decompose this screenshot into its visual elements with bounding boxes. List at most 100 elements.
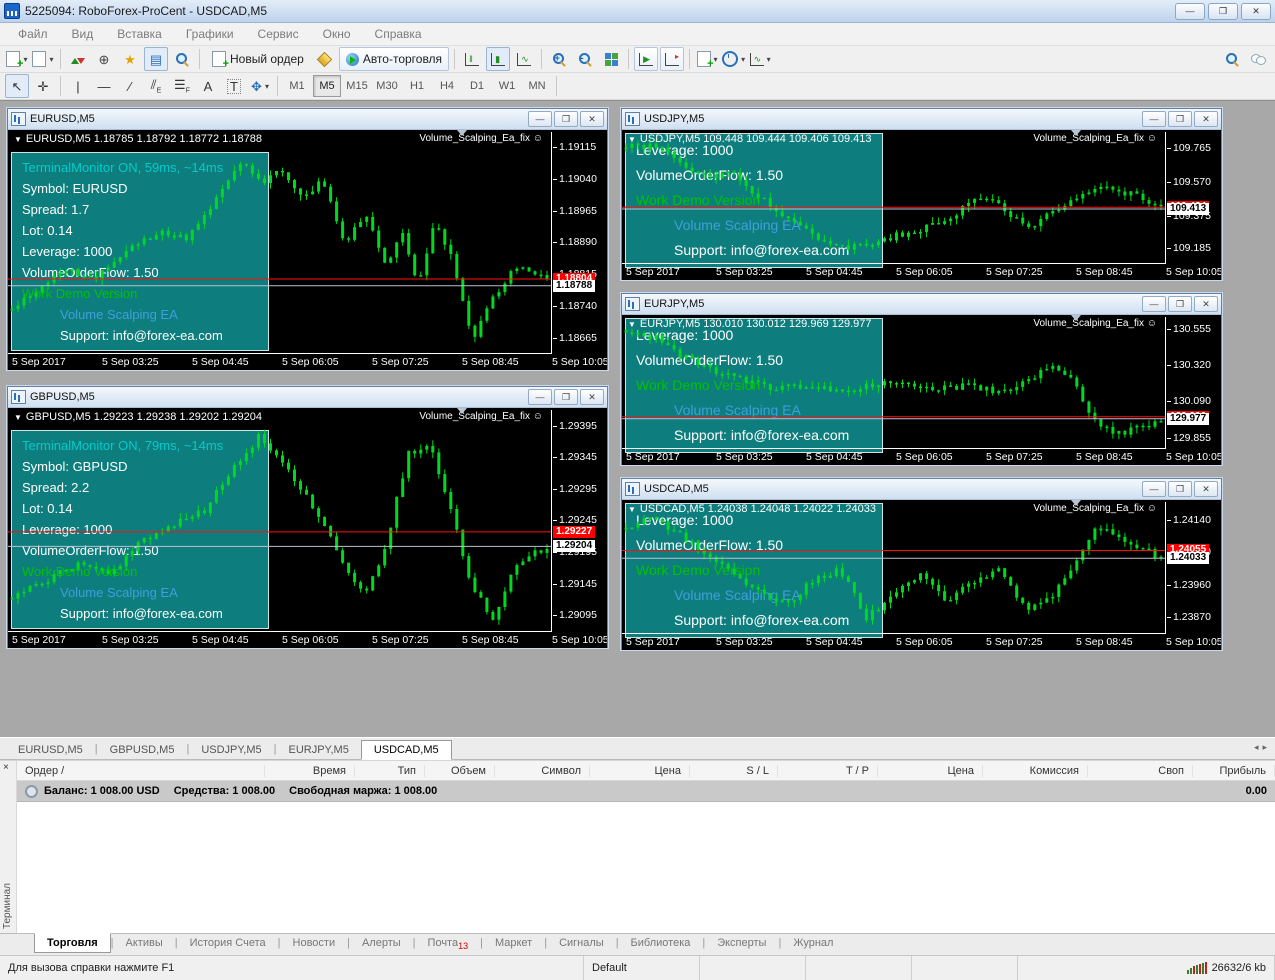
ohlc-header[interactable]: ▼ EURJPY,M5 130.010 130.012 129.969 129.9…	[628, 318, 872, 330]
timeframe-h4-button[interactable]: H4	[433, 75, 461, 97]
chart-shift-button[interactable]: ▸	[660, 47, 685, 71]
timeframe-h1-button[interactable]: H1	[403, 75, 431, 97]
chart-tab-gbpusd[interactable]: GBPUSD,M5	[98, 741, 187, 759]
chat-button[interactable]	[1246, 47, 1270, 71]
collapse-arrow-icon[interactable]: ▼	[628, 320, 636, 329]
chart-canvas-usdjpy[interactable]: Leverage: 1000 VolumeOrderFlow: 1.50 Work …	[622, 130, 1221, 280]
chart-titlebar-usdjpy[interactable]: USDJPY,M5 — ❒ ✕	[622, 109, 1221, 130]
chart-close-button[interactable]: ✕	[580, 111, 604, 127]
column-header-1[interactable]: Время	[265, 764, 355, 777]
ohlc-header[interactable]: ▼ USDCAD,M5 1.24038 1.24048 1.24022 1.240…	[628, 503, 876, 515]
autotrading-button[interactable]: Авто-торговля	[338, 47, 450, 71]
chart-shift-marker[interactable]	[1071, 500, 1081, 506]
timeframe-w1-button[interactable]: W1	[493, 75, 521, 97]
timeframe-mn-button[interactable]: MN	[523, 75, 551, 97]
trendline-button[interactable]: ∕	[118, 74, 142, 98]
column-header-11[interactable]: Прибыль	[1193, 764, 1275, 777]
menu-Сервис[interactable]: Сервис	[248, 25, 313, 43]
chart-titlebar-eurjpy[interactable]: EURJPY,M5 — ❒ ✕	[622, 294, 1221, 315]
terminal-tab-алерты[interactable]: Алерты	[350, 934, 413, 952]
menu-Графики[interactable]: Графики	[176, 25, 248, 43]
chart-close-button[interactable]: ✕	[580, 389, 604, 405]
chart-canvas-gbpusd[interactable]: TerminalMonitor ON, 79ms, ~14ms Symbol: G…	[8, 408, 607, 648]
chart-restore-button[interactable]: ❒	[1168, 481, 1192, 497]
vertical-line-button[interactable]: |	[66, 74, 90, 98]
menu-Окно[interactable]: Окно	[313, 25, 365, 43]
chart-titlebar-gbpusd[interactable]: GBPUSD,M5 — ❒ ✕	[8, 387, 607, 408]
chart-tab-usdjpy[interactable]: USDJPY,M5	[189, 741, 273, 759]
timeframe-m1-button[interactable]: M1	[283, 75, 311, 97]
navigator-button[interactable]: ★	[118, 47, 142, 71]
ohlc-header[interactable]: ▼ GBPUSD,M5 1.29223 1.29238 1.29202 1.292…	[14, 411, 262, 423]
chart-candles-button[interactable]: ▮	[486, 47, 511, 71]
column-header-9[interactable]: Комиссия	[983, 764, 1088, 777]
arrows-tool-button[interactable]: ✥ ▾	[248, 74, 272, 98]
menu-Справка[interactable]: Справка	[365, 25, 436, 43]
terminal-tab-маркет[interactable]: Маркет	[483, 934, 544, 952]
chart-restore-button[interactable]: ❒	[1168, 111, 1192, 127]
chart-restore-button[interactable]: ❒	[554, 111, 578, 127]
tab-scroll-arrows[interactable]: ◂▸	[1254, 742, 1271, 753]
collapse-arrow-icon[interactable]: ▼	[14, 135, 22, 144]
new-order-button[interactable]: + Новый ордер	[205, 47, 311, 71]
chart-close-button[interactable]: ✕	[1194, 481, 1218, 497]
chart-shift-marker[interactable]	[457, 130, 467, 136]
ohlc-header[interactable]: ▼ USDJPY,M5 109.448 109.444 109.406 109.4…	[628, 133, 872, 145]
terminal-tab-сигналы[interactable]: Сигналы	[547, 934, 616, 952]
column-header-7[interactable]: T / P	[778, 764, 878, 777]
column-header-10[interactable]: Своп	[1088, 764, 1193, 777]
terminal-tab-эксперты[interactable]: Эксперты	[705, 934, 778, 952]
data-window-button[interactable]: ⊕	[92, 47, 116, 71]
chart-canvas-eurusd[interactable]: TerminalMonitor ON, 59ms, ~14ms Symbol: E…	[8, 130, 607, 370]
auto-scroll-button[interactable]: ▶	[634, 47, 659, 71]
channel-button[interactable]: ⫽E	[144, 74, 168, 98]
cursor-tool-button[interactable]: ↖	[5, 74, 29, 98]
column-header-5[interactable]: Цена	[590, 764, 690, 777]
chart-canvas-eurjpy[interactable]: Leverage: 1000 VolumeOrderFlow: 1.50 Work …	[622, 315, 1221, 465]
terminal-button[interactable]: ▤	[144, 47, 168, 71]
column-header-3[interactable]: Объем	[425, 764, 495, 777]
indicators-button[interactable]: + ▾	[695, 47, 719, 71]
ohlc-header[interactable]: ▼ EURUSD,M5 1.18785 1.18792 1.18772 1.187…	[14, 133, 262, 145]
periods-button[interactable]: ▾	[721, 47, 746, 71]
timeframe-d1-button[interactable]: D1	[463, 75, 491, 97]
search-button[interactable]	[1220, 47, 1244, 71]
chart-minimize-button[interactable]: —	[1142, 481, 1166, 497]
chart-shift-marker[interactable]	[1071, 315, 1081, 321]
crosshair-tool-button[interactable]: ✛	[31, 74, 55, 98]
chart-minimize-button[interactable]: —	[528, 111, 552, 127]
collapse-arrow-icon[interactable]: ▼	[14, 413, 22, 422]
chart-close-button[interactable]: ✕	[1194, 296, 1218, 312]
timeframe-m15-button[interactable]: M15	[343, 75, 371, 97]
menu-Вставка[interactable]: Вставка	[107, 25, 176, 43]
column-header-4[interactable]: Символ	[495, 764, 590, 777]
tile-windows-button[interactable]	[599, 47, 623, 71]
terminal-tab-библиотека[interactable]: Библиотека	[619, 934, 703, 952]
column-header-2[interactable]: Тип	[355, 764, 425, 777]
terminal-tab-история-счета[interactable]: История Счета	[178, 934, 278, 952]
chart-canvas-usdcad[interactable]: Leverage: 1000 VolumeOrderFlow: 1.50 Work …	[622, 500, 1221, 650]
market-watch-button[interactable]	[66, 47, 90, 71]
terminal-tab-почта[interactable]: Почта13	[416, 934, 481, 954]
chart-close-button[interactable]: ✕	[1194, 111, 1218, 127]
timeframe-m5-button[interactable]: M5	[313, 75, 341, 97]
chart-tab-eurusd[interactable]: EURUSD,M5	[6, 741, 95, 759]
terminal-close-icon[interactable]: ×	[3, 763, 9, 773]
chart-shift-marker[interactable]	[1071, 130, 1081, 136]
column-header-6[interactable]: S / L	[690, 764, 778, 777]
chart-minimize-button[interactable]: —	[1142, 296, 1166, 312]
column-header-8[interactable]: Цена	[878, 764, 983, 777]
chart-minimize-button[interactable]: —	[1142, 111, 1166, 127]
zoom-out-button[interactable]: -	[573, 47, 597, 71]
chart-minimize-button[interactable]: —	[528, 389, 552, 405]
chart-restore-button[interactable]: ❒	[554, 389, 578, 405]
new-chart-button[interactable]: + ▾	[5, 47, 29, 71]
terminal-tab-торговля[interactable]: Торговля	[34, 933, 111, 953]
menu-Файл[interactable]: Файл	[8, 25, 62, 43]
text-tool-button[interactable]: A	[196, 74, 220, 98]
menu-Вид[interactable]: Вид	[62, 25, 108, 43]
column-header-order[interactable]: Ордер /	[17, 764, 265, 777]
status-profile[interactable]: Default	[584, 956, 700, 980]
collapse-arrow-icon[interactable]: ▼	[628, 505, 636, 514]
chart-tab-usdcad[interactable]: USDCAD,M5	[360, 740, 452, 760]
